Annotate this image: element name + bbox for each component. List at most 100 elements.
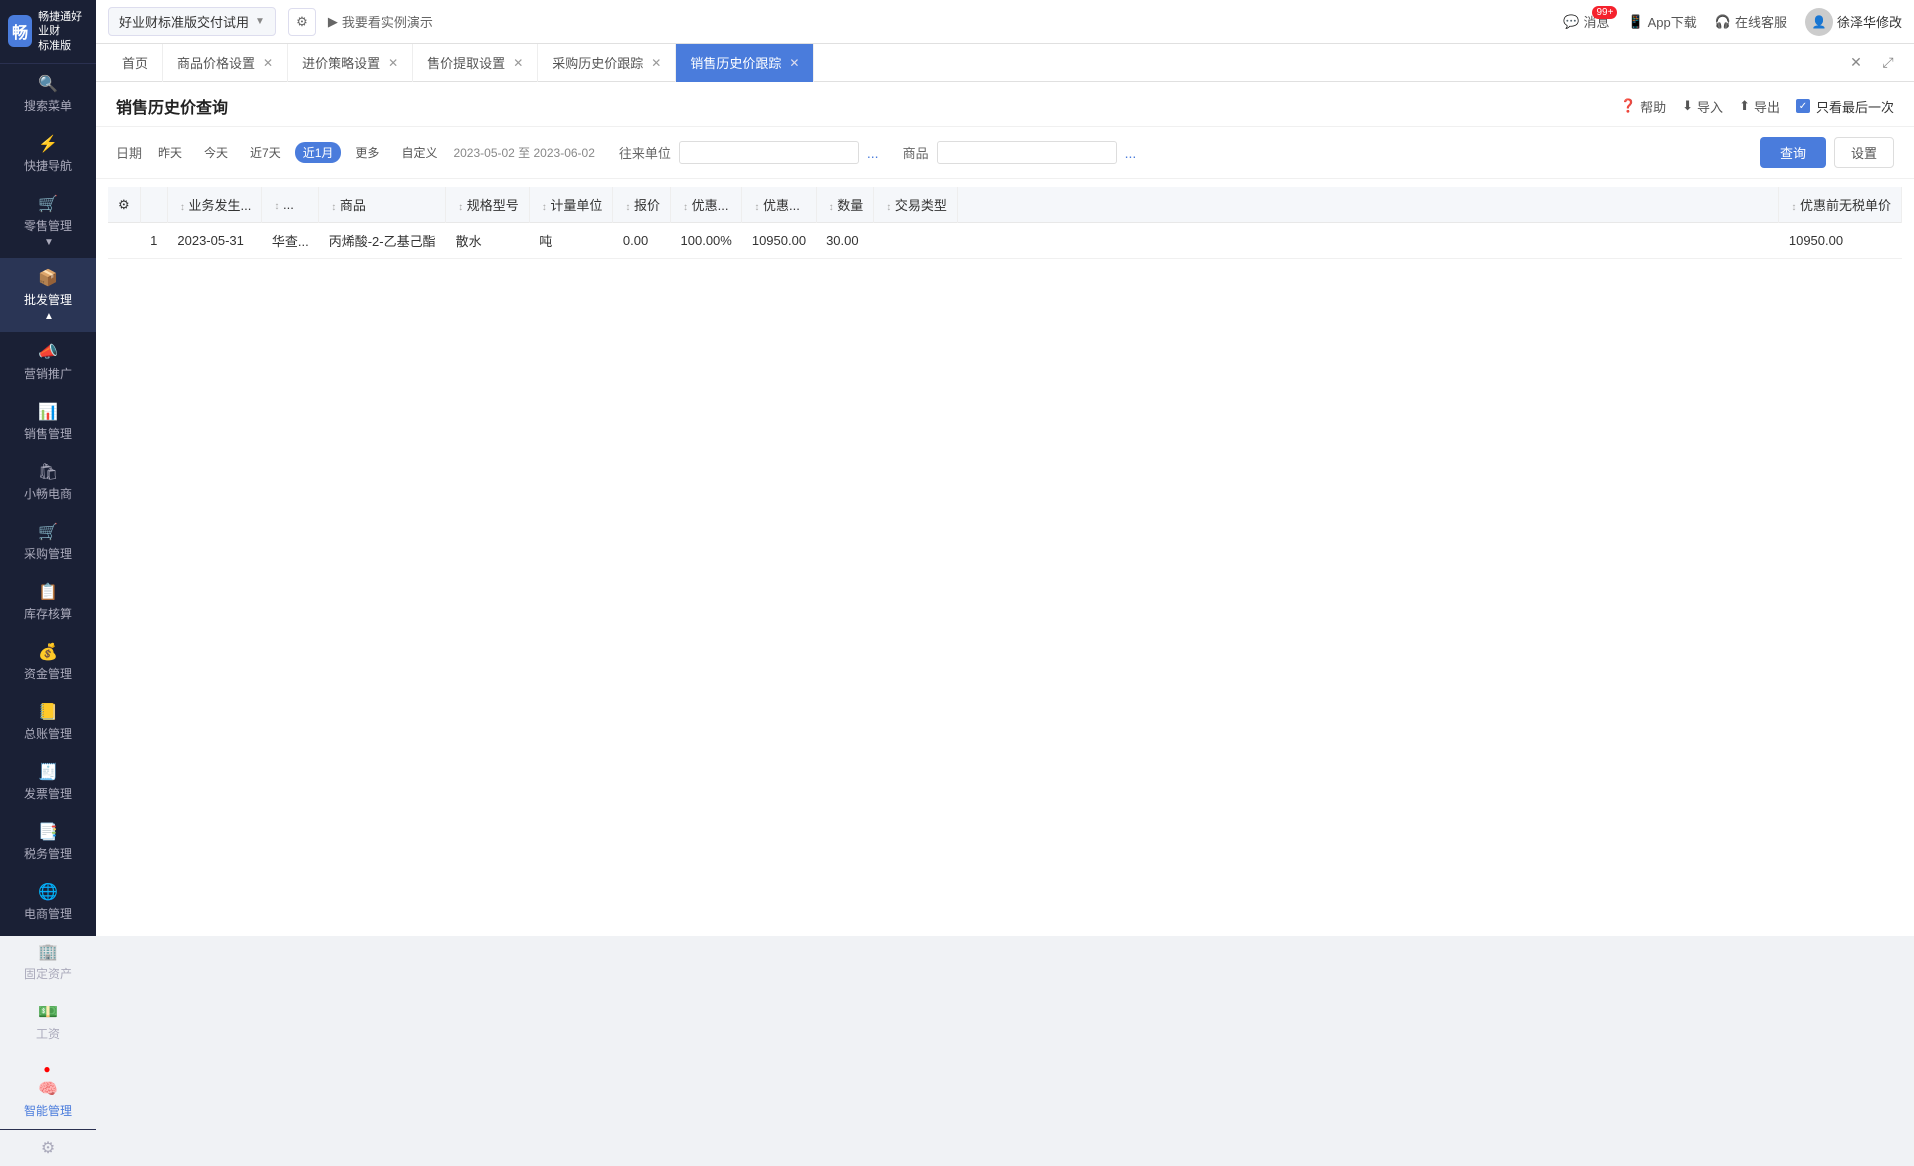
col-sort-icon: ↕ — [1791, 202, 1796, 213]
col-trade-type[interactable]: ↕ 交易类型 — [874, 187, 958, 223]
only-last-checkbox[interactable]: ✓ 只看最后一次 — [1796, 97, 1894, 116]
sidebar-item-salary[interactable]: 💵 工资 — [0, 992, 96, 1052]
col-discount-amt[interactable]: ↕ 优惠... — [742, 187, 816, 223]
tab-close-icon[interactable]: ✕ — [388, 56, 398, 70]
import-button[interactable]: ⬇ 导入 — [1682, 97, 1723, 116]
date-opt-last7days[interactable]: 近7天 — [242, 142, 289, 163]
message-icon: 💬 — [1563, 14, 1579, 30]
data-table: ⚙ ↕ 业务发生... ↕ ... ↕ 商品 — [108, 187, 1902, 259]
tax-icon: 📑 — [38, 822, 58, 842]
date-opt-last1month[interactable]: 近1月 — [295, 142, 342, 163]
tab-close-icon[interactable]: ✕ — [651, 56, 661, 70]
sidebar-item-marketing[interactable]: 📣 营销推广 — [0, 332, 96, 392]
sidebar-item-search[interactable]: 🔍 搜索菜单 — [0, 64, 96, 124]
checkbox-icon: ✓ — [1796, 99, 1810, 113]
tab-close-icon[interactable]: ✕ — [263, 56, 273, 70]
row-gear-cell — [108, 223, 140, 259]
help-button[interactable]: ❓ 帮助 — [1620, 97, 1666, 116]
demo-button[interactable]: ▶ 我要看实例演示 — [328, 12, 433, 31]
col-unit[interactable]: ↕ 计量单位 — [529, 187, 613, 223]
col-sort-icon: ↕ — [625, 202, 630, 213]
col-quantity[interactable]: ↕ 数量 — [816, 187, 874, 223]
col-spacer — [957, 187, 1779, 223]
settings-gear-icon[interactable]: ⚙ — [41, 1140, 55, 1157]
product-label: 商品 — [903, 143, 929, 162]
col-pretax-price[interactable]: ↕ 优惠前无税单价 — [1779, 187, 1902, 223]
sidebar-item-invoice[interactable]: 🧾 发票管理 — [0, 752, 96, 812]
col-spec[interactable]: ↕ 规格型号 — [446, 187, 530, 223]
tab-close-icon[interactable]: ✕ — [789, 56, 799, 70]
sidebar-logo: 畅 畅捷通好业财 标准版 — [0, 0, 96, 64]
filter-row: 日期 昨天 今天 近7天 近1月 更多 自定义 2023-05-02 至 202… — [96, 127, 1914, 179]
col-more[interactable]: ↕ ... — [262, 187, 319, 223]
row-unit-cell: 吨 — [529, 223, 613, 259]
product-input[interactable] — [937, 141, 1117, 164]
chevron-down-icon: ▼ — [255, 16, 265, 27]
sidebar-item-retail[interactable]: 🛒 零售管理 ▼ — [0, 184, 96, 258]
page-area: 销售历史价查询 ❓ 帮助 ⬇ 导入 ⬆ 导出 ✓ 只看最后一次 — [96, 82, 1914, 936]
col-biz-date[interactable]: ↕ 业务发生... — [167, 187, 261, 223]
main-content: 好业财标准版交付试用 ▼ ⚙ ▶ 我要看实例演示 💬 消息 99+ 📱 App下… — [96, 0, 1914, 936]
tab-close-all-button[interactable]: ✕ — [1842, 49, 1870, 77]
col-discount-pct[interactable]: ↕ 优惠... — [671, 187, 742, 223]
tab-close-icon[interactable]: ✕ — [513, 56, 523, 70]
date-filter-label: 日期 — [116, 143, 142, 162]
settings-button[interactable]: 设置 — [1834, 137, 1894, 168]
tab-price-settings[interactable]: 商品价格设置 ✕ — [163, 44, 288, 82]
sidebar-item-label: 搜索菜单 — [24, 97, 72, 114]
sidebar-item-assets[interactable]: 🏢 固定资产 — [0, 932, 96, 992]
sidebar-item-ecommerce[interactable]: 🌐 电商管理 — [0, 872, 96, 932]
from-unit-dots[interactable]: ... — [867, 145, 879, 161]
mobile-icon: 📱 — [1627, 14, 1643, 30]
date-opt-custom[interactable]: 自定义 — [393, 142, 445, 163]
col-quote[interactable]: ↕ 报价 — [613, 187, 671, 223]
sidebar-item-label: 零售管理 — [24, 217, 72, 234]
online-service-button[interactable]: 🎧 在线客服 — [1715, 12, 1787, 31]
col-product[interactable]: ↕ 商品 — [319, 187, 446, 223]
from-unit-input[interactable] — [679, 141, 859, 164]
sidebar-item-label: 电商管理 — [24, 905, 72, 922]
page-actions: ❓ 帮助 ⬇ 导入 ⬆ 导出 ✓ 只看最后一次 — [1620, 97, 1894, 116]
date-opt-today[interactable]: 今天 — [196, 142, 236, 163]
sidebar-item-tax[interactable]: 📑 税务管理 — [0, 812, 96, 872]
query-button[interactable]: 查询 — [1760, 137, 1826, 168]
tab-home[interactable]: 首页 — [108, 44, 163, 82]
tab-bar-controls: ✕ ⤢ — [1842, 49, 1902, 77]
import-label: 导入 — [1697, 97, 1723, 116]
tab-bar: 首页 商品价格设置 ✕ 进价策略设置 ✕ 售价提取设置 ✕ 采购历史价跟踪 ✕ … — [96, 44, 1914, 82]
sidebar-item-ledger[interactable]: 📒 总账管理 — [0, 692, 96, 752]
export-button[interactable]: ⬆ 导出 — [1739, 97, 1780, 116]
version-selector[interactable]: 好业财标准版交付试用 ▼ — [108, 7, 276, 36]
tab-sales-history[interactable]: 销售历史价跟踪 ✕ — [676, 44, 814, 82]
sidebar-item-label: 工资 — [36, 1025, 60, 1042]
tab-label: 采购历史价跟踪 — [552, 53, 643, 72]
sidebar-settings[interactable]: ⚙ — [0, 1129, 96, 1166]
date-opt-yesterday[interactable]: 昨天 — [150, 142, 190, 163]
tab-price-strategy[interactable]: 进价策略设置 ✕ — [288, 44, 413, 82]
sidebar-item-smart[interactable]: ● 🧠 智能管理 — [0, 1052, 96, 1129]
sidebar-item-purchase[interactable]: 🛒 采购管理 — [0, 512, 96, 572]
sidebar-item-quicknav[interactable]: ⚡ 快捷导航 — [0, 124, 96, 184]
marketing-icon: 📣 — [38, 342, 58, 362]
sidebar-item-label: 发票管理 — [24, 785, 72, 802]
message-button[interactable]: 💬 消息 99+ — [1563, 12, 1609, 31]
tab-label: 首页 — [122, 53, 148, 72]
sidebar-item-label: 固定资产 — [24, 965, 72, 982]
tab-purchase-history[interactable]: 采购历史价跟踪 ✕ — [538, 44, 676, 82]
col-gear[interactable]: ⚙ — [108, 187, 140, 223]
date-opt-more[interactable]: 更多 — [347, 142, 387, 163]
sidebar-item-sales[interactable]: 📊 销售管理 — [0, 392, 96, 452]
app-download-button[interactable]: 📱 App下载 — [1627, 12, 1696, 31]
page-header: 销售历史价查询 ❓ 帮助 ⬇ 导入 ⬆ 导出 ✓ 只看最后一次 — [96, 82, 1914, 127]
date-range-display: 2023-05-02 至 2023-06-02 — [453, 144, 594, 161]
product-dots[interactable]: ... — [1125, 145, 1137, 161]
tab-sale-extract[interactable]: 售价提取设置 ✕ — [413, 44, 538, 82]
sidebar-item-inventory[interactable]: 📋 库存核算 — [0, 572, 96, 632]
user-menu[interactable]: 👤 徐泽华修改 — [1805, 8, 1902, 36]
sidebar-item-finance[interactable]: 💰 资金管理 — [0, 632, 96, 692]
salary-icon: 💵 — [38, 1002, 58, 1022]
topbar-gear-button[interactable]: ⚙ — [288, 8, 316, 36]
sidebar-item-ecommerce-small[interactable]: 🛍 小畅电商 — [0, 452, 96, 512]
tab-maximize-button[interactable]: ⤢ — [1874, 49, 1902, 77]
sidebar-item-wholesale[interactable]: 📦 批发管理 ▲ — [0, 258, 96, 332]
